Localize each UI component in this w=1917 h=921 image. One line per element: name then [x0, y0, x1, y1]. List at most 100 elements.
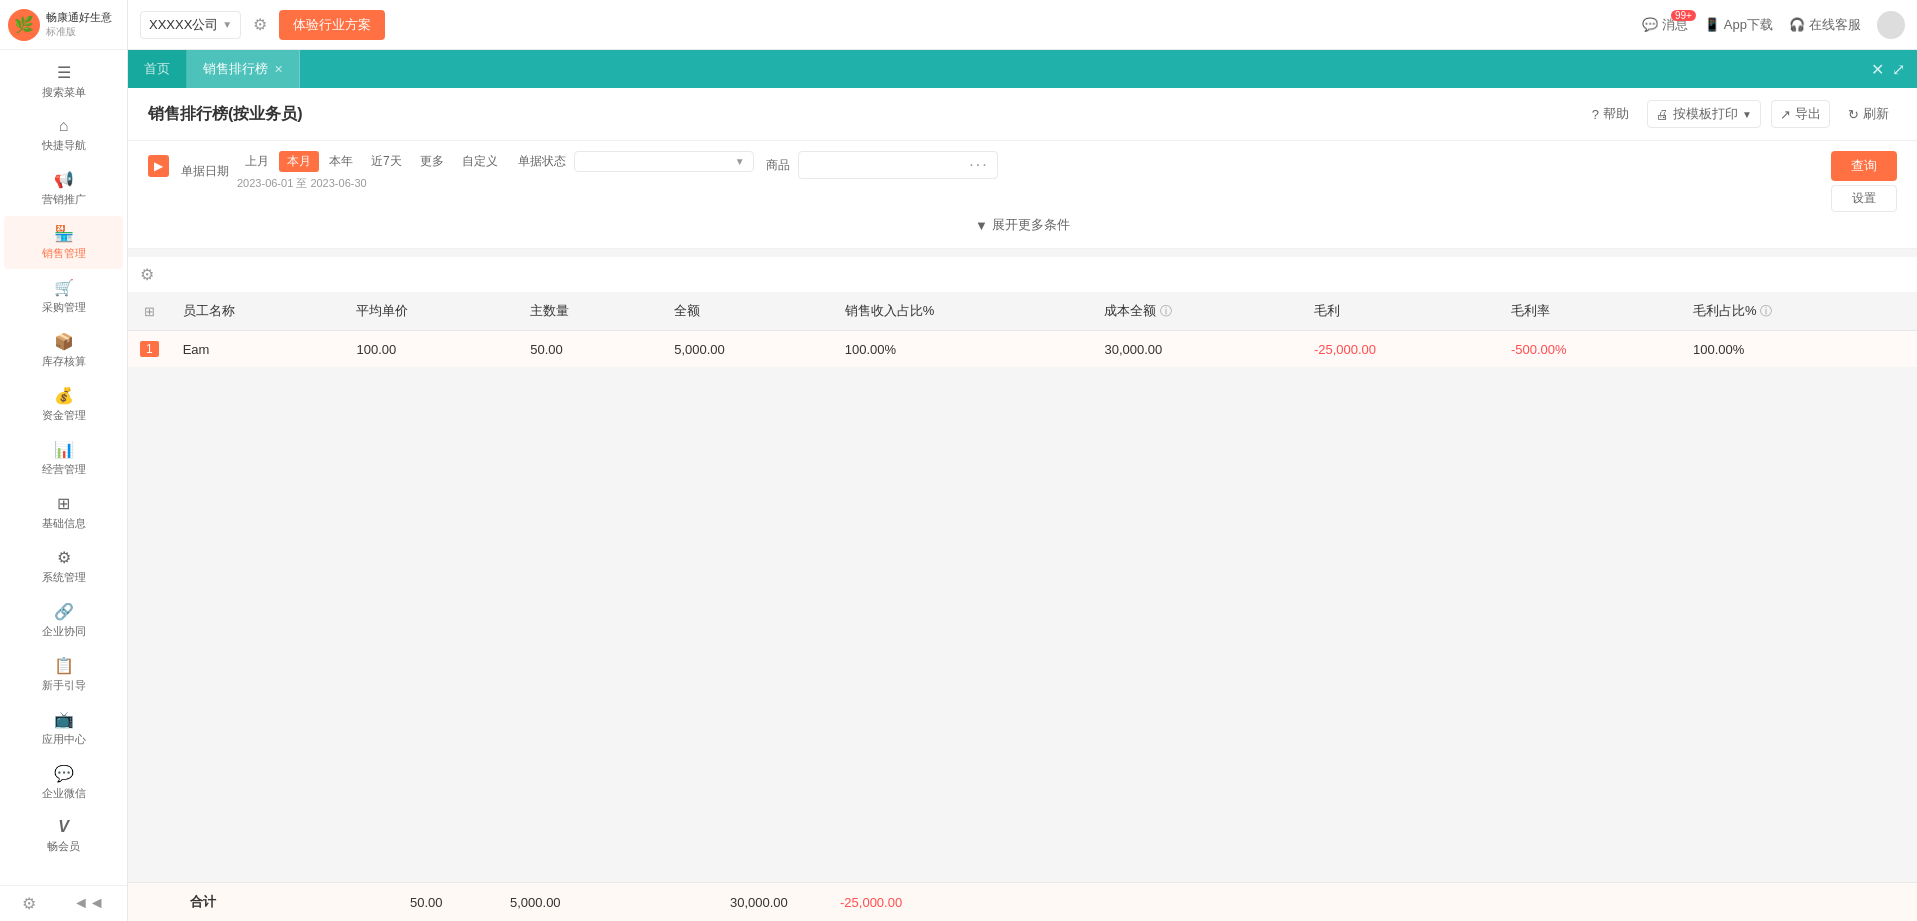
finance-icon: 💰 — [54, 386, 74, 405]
online-support-item[interactable]: 🎧 在线客服 — [1789, 16, 1861, 34]
settings-footer-icon[interactable]: ⚙ — [22, 894, 36, 913]
table-container: ⚙ ⊞ 员工名称 平均单价 主数量 全额 销售收入占比% 成本全额 ⓘ 毛利 — [128, 257, 1917, 367]
sidebar-item-system[interactable]: ⚙ 系统管理 — [4, 540, 123, 593]
newguide-icon: 📋 — [54, 656, 74, 675]
settings-small-button[interactable]: 设置 — [1831, 185, 1897, 212]
message-badge: 99+ — [1671, 10, 1696, 21]
goods-more-icon[interactable]: ··· — [969, 156, 988, 174]
table-head: ⊞ 员工名称 平均单价 主数量 全额 销售收入占比% 成本全额 ⓘ 毛利 毛利率… — [128, 292, 1917, 331]
sidebar-item-member[interactable]: V 畅会员 — [4, 810, 123, 862]
sidebar-logo: 🌿 畅康通好生意 标准版 — [0, 0, 127, 50]
basics-icon: ⊞ — [57, 494, 70, 513]
tab-close-btn[interactable]: ✕ — [1871, 60, 1884, 79]
tab-sales-rank[interactable]: 销售排行榜 ✕ — [187, 50, 300, 88]
sidebar-item-marketing[interactable]: 📢 营销推广 — [4, 162, 123, 215]
date-tab-7days[interactable]: 近7天 — [363, 151, 410, 172]
print-label: 按模板打印 — [1673, 105, 1738, 123]
date-tab-custom[interactable]: 自定义 — [454, 151, 506, 172]
collapse-filter-icon[interactable]: ▶ — [148, 155, 169, 177]
query-button[interactable]: 查询 — [1831, 151, 1897, 181]
date-filter-label: 单据日期 — [181, 163, 229, 180]
tab-bar-right: ✕ ⤢ — [1871, 60, 1917, 79]
cell-name: Eam — [171, 331, 345, 368]
sidebar-item-appstore-label: 应用中心 — [42, 732, 86, 747]
avatar[interactable] — [1877, 11, 1905, 39]
message-item[interactable]: 💬 消息 99+ — [1642, 16, 1688, 34]
cell-sales-pct: 100.00% — [833, 331, 1093, 368]
trial-button[interactable]: 体验行业方案 — [279, 10, 385, 40]
sidebar-item-member-label: 畅会员 — [47, 839, 80, 854]
purchase-icon: 🛒 — [54, 278, 74, 297]
sidebar-item-wechat[interactable]: 💬 企业微信 — [4, 756, 123, 809]
status-select[interactable]: ▼ — [574, 151, 754, 172]
sidebar-item-finance[interactable]: 💰 资金管理 — [4, 378, 123, 431]
col-header-gross: 毛利 — [1302, 292, 1499, 331]
sidebar-item-purchase[interactable]: 🛒 采购管理 — [4, 270, 123, 323]
col-header-avg-price: 平均单价 — [344, 292, 518, 331]
refresh-icon: ↻ — [1848, 107, 1859, 122]
cell-gross: -25,000.00 — [1302, 331, 1499, 368]
sidebar-item-quicknav[interactable]: ⌂ 快捷导航 — [4, 109, 123, 161]
cell-gross-pct: 100.00% — [1681, 331, 1917, 368]
date-tab-last-month[interactable]: 上月 — [237, 151, 277, 172]
status-filter-item: 单据状态 ▼ — [518, 151, 754, 172]
header-right: 💬 消息 99+ 📱 App下载 🎧 在线客服 — [1642, 11, 1905, 39]
export-icon: ↗ — [1780, 107, 1791, 122]
sidebar-item-search-label: 搜索菜单 — [42, 85, 86, 100]
date-tab-more[interactable]: 更多 — [412, 151, 452, 172]
sidebar-item-search[interactable]: ☰ 搜索菜单 — [4, 55, 123, 108]
app-version: 标准版 — [46, 25, 112, 39]
tab-restore-btn[interactable]: ⤢ — [1892, 60, 1905, 79]
col-header-gross-pct: 毛利占比% ⓘ — [1681, 292, 1917, 331]
export-button[interactable]: ↗ 导出 — [1771, 100, 1830, 128]
sidebar-item-basics-label: 基础信息 — [42, 516, 86, 531]
sidebar-footer: ⚙ ◄◄ — [0, 885, 127, 921]
operation-icon: 📊 — [54, 440, 74, 459]
header-settings-icon[interactable]: ⚙ — [253, 15, 267, 34]
help-button[interactable]: ? 帮助 — [1584, 101, 1637, 127]
home-icon: ⌂ — [59, 117, 69, 135]
sidebar-item-system-label: 系统管理 — [42, 570, 86, 585]
sidebar-item-inventory[interactable]: 📦 库存核算 — [4, 324, 123, 377]
print-chevron-icon: ▼ — [1742, 109, 1752, 120]
tab-bar: 首页 销售排行榜 ✕ ✕ ⤢ — [128, 50, 1917, 88]
sidebar-item-sales[interactable]: 🏪 销售管理 — [4, 216, 123, 269]
date-range: 2023-06-01 至 2023-06-30 — [237, 176, 506, 191]
sidebar-item-enterprise[interactable]: 🔗 企业协同 — [4, 594, 123, 647]
sidebar-item-newguide[interactable]: 📋 新手引导 — [4, 648, 123, 701]
search-menu-icon: ☰ — [57, 63, 71, 82]
collapse-icon[interactable]: ◄◄ — [73, 894, 105, 913]
logo-icon: 🌿 — [8, 9, 40, 41]
sidebar-item-operation[interactable]: 📊 经营管理 — [4, 432, 123, 485]
table-settings-icon[interactable]: ⚙ — [140, 265, 154, 284]
print-button[interactable]: 🖨 按模板打印 ▼ — [1647, 100, 1761, 128]
app-download-item[interactable]: 📱 App下载 — [1704, 16, 1773, 34]
col-header-amount: 全额 — [662, 292, 833, 331]
tab-close-icon[interactable]: ✕ — [274, 63, 283, 76]
tab-home[interactable]: 首页 — [128, 50, 187, 88]
cell-avg-price: 100.00 — [344, 331, 518, 368]
page-actions: ? 帮助 🖨 按模板打印 ▼ ↗ 导出 ↻ 刷新 — [1584, 100, 1897, 128]
date-tab-this-year[interactable]: 本年 — [321, 151, 361, 172]
sidebar-item-appstore[interactable]: 📺 应用中心 — [4, 702, 123, 755]
filter-arrow[interactable]: ▶ — [148, 155, 169, 177]
appstore-icon: 📺 — [54, 710, 74, 729]
sidebar-item-operation-label: 经营管理 — [42, 462, 86, 477]
export-label: 导出 — [1795, 105, 1821, 123]
col-header-gross-rate: 毛利率 — [1499, 292, 1681, 331]
system-icon: ⚙ — [57, 548, 71, 567]
goods-input-wrapper[interactable]: ··· — [798, 151, 998, 179]
cell-amount: 5,000.00 — [662, 331, 833, 368]
query-btn-area: 查询 设置 — [1831, 151, 1897, 212]
refresh-button[interactable]: ↻ 刷新 — [1840, 101, 1897, 127]
logo-text-group: 畅康通好生意 标准版 — [46, 10, 112, 39]
sidebar-item-enterprise-label: 企业协同 — [42, 624, 86, 639]
sidebar-item-quicknav-label: 快捷导航 — [42, 138, 86, 153]
tab-home-label: 首页 — [144, 60, 170, 78]
expand-btn[interactable]: ▼ 展开更多条件 — [975, 216, 1070, 234]
company-selector[interactable]: XXXXX公司 ▼ — [140, 11, 241, 39]
filter-area: ▶ 单据日期 上月 本月 本年 近7天 更多 — [128, 141, 1917, 249]
date-tab-this-month[interactable]: 本月 — [279, 151, 319, 172]
sidebar-item-basics[interactable]: ⊞ 基础信息 — [4, 486, 123, 539]
status-select-arrow: ▼ — [735, 156, 745, 167]
